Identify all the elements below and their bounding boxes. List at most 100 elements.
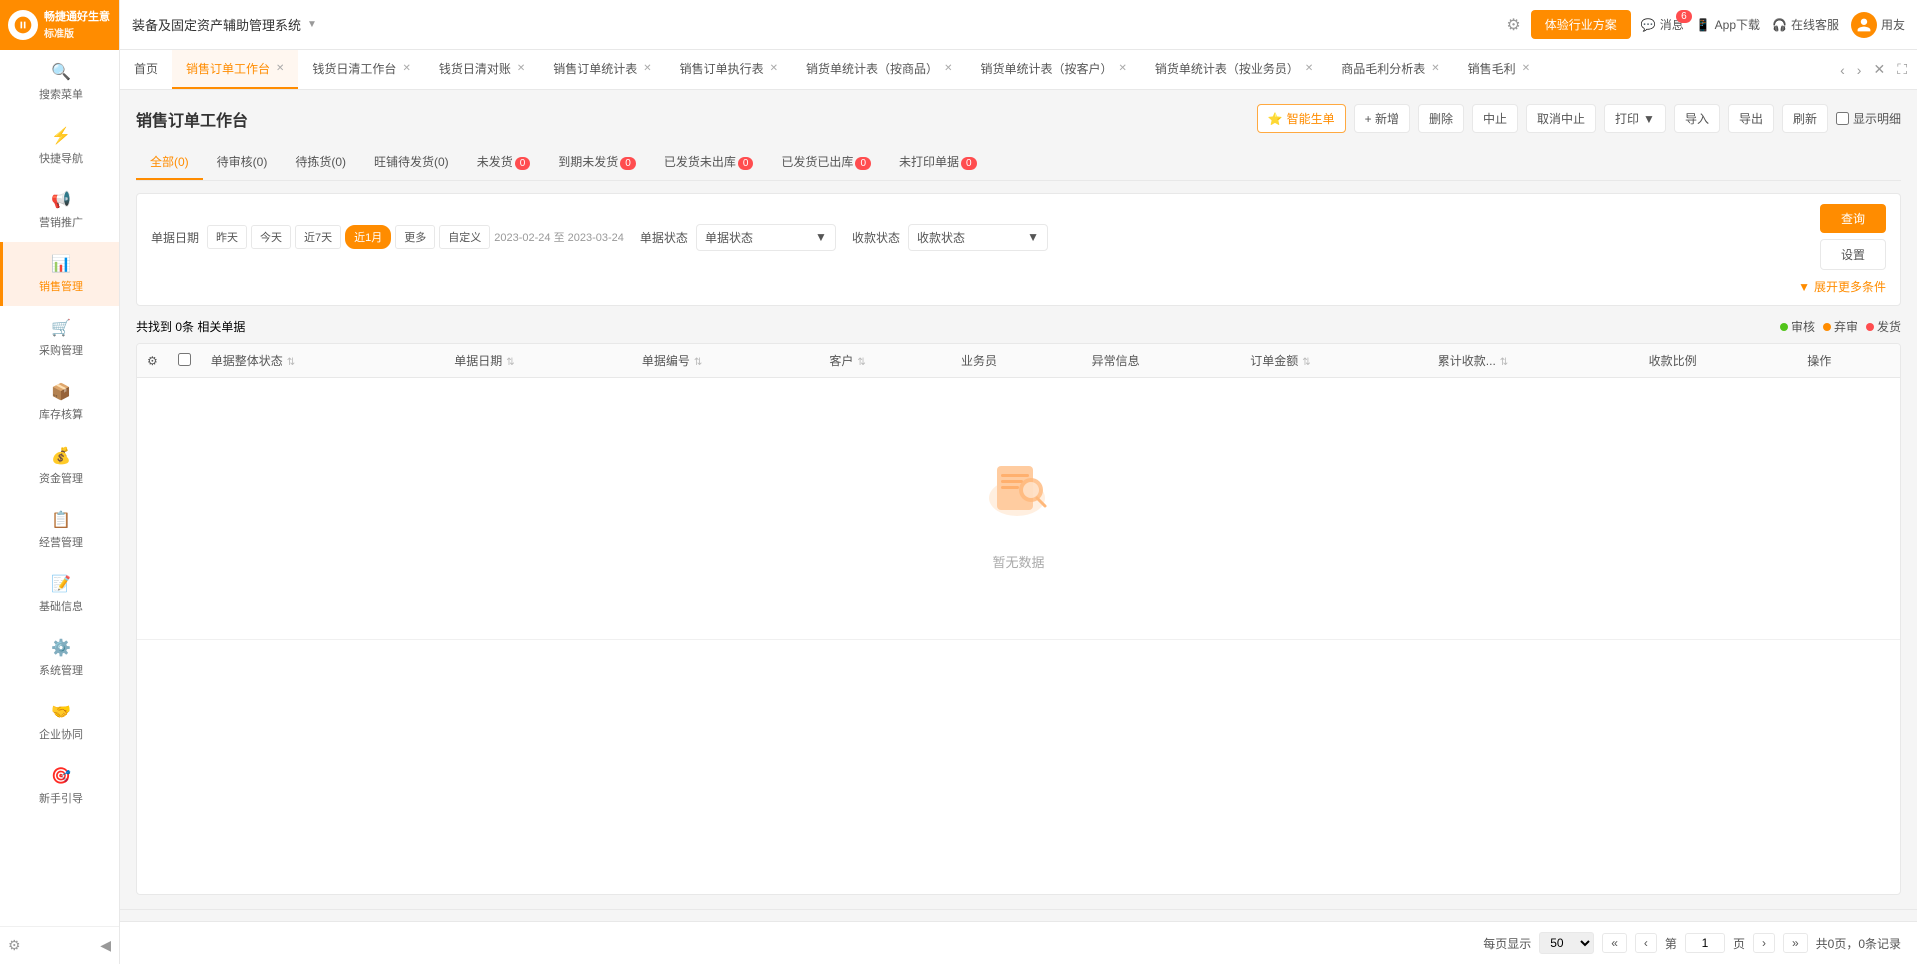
tab-8[interactable]: 销货单统计表（按业务员）✕ (1141, 50, 1327, 89)
online-service-btn[interactable]: 🎧 在线客服 (1772, 16, 1839, 33)
export-btn[interactable]: 导出 (1728, 104, 1774, 133)
print-btn[interactable]: 打印 ▼ (1604, 104, 1666, 133)
select-all-checkbox[interactable] (178, 353, 191, 366)
sidebar-item-0[interactable]: 🔍搜索菜单 (0, 50, 119, 114)
cancel-stop-btn[interactable]: 取消中止 (1526, 104, 1596, 133)
nav-label-9: 系统管理 (39, 662, 83, 678)
filter-tab-0[interactable]: 全部(0) (136, 145, 203, 180)
stop-btn[interactable]: 中止 (1472, 104, 1518, 133)
nav-label-11: 新手引导 (39, 790, 83, 806)
filter-tab-1[interactable]: 待审核(0) (203, 145, 282, 180)
filter-tab-5[interactable]: 到期未发货0 (544, 145, 650, 180)
table-wrapper: ⚙ 单据整体状态⇅单据日期⇅单据编号⇅客户⇅业务员异常信息订单金额⇅累计收款..… (136, 343, 1901, 895)
tab-maximize-btn[interactable]: ⛶ (1893, 59, 1911, 80)
sidebar-item-5[interactable]: 📦库存核算 (0, 370, 119, 434)
service-icon: 🎧 (1772, 18, 1787, 32)
filter-tab-badge-7: 0 (855, 157, 871, 170)
date-btn-更多[interactable]: 更多 (395, 225, 435, 249)
page-input[interactable]: 1 (1685, 933, 1725, 953)
sidebar-item-2[interactable]: 📢营销推广 (0, 178, 119, 242)
prev-page-btn[interactable]: ‹ (1635, 933, 1657, 953)
tab-7[interactable]: 销货单统计表（按客户）✕ (966, 50, 1140, 89)
tab-close-3[interactable]: ✕ (517, 63, 525, 74)
topbar-settings-icon[interactable]: ⚙ (1506, 15, 1520, 35)
tab-close-2[interactable]: ✕ (402, 63, 410, 74)
tab-4[interactable]: 销售订单统计表✕ (539, 50, 665, 89)
tab-9[interactable]: 商品毛利分析表✕ (1327, 50, 1453, 89)
filter-tab-badge-8: 0 (961, 157, 977, 170)
result-action-1[interactable]: 弃审 (1823, 318, 1858, 335)
tab-6[interactable]: 销货单统计表（按商品）✕ (792, 50, 966, 89)
date-btn-今天[interactable]: 今天 (251, 225, 291, 249)
col-header-7: 累计收款...⇅ (1428, 344, 1639, 378)
settings-icon[interactable]: ⚙ (8, 937, 21, 954)
tab-close-6[interactable]: ✕ (944, 63, 952, 74)
col-header-1: 单据日期⇅ (444, 344, 632, 378)
tab-close-7[interactable]: ✕ (1118, 63, 1126, 74)
result-action-0[interactable]: 审核 (1780, 318, 1815, 335)
delete-btn[interactable]: 删除 (1418, 104, 1464, 133)
tab-close-8[interactable]: ✕ (1305, 63, 1313, 74)
next-page-btn[interactable]: › (1753, 933, 1775, 953)
sidebar-item-3[interactable]: 📊销售管理 (0, 242, 119, 306)
tab-close-4[interactable]: ✕ (643, 63, 651, 74)
refresh-btn[interactable]: 刷新 (1782, 104, 1828, 133)
status-select[interactable]: 单据状态 ▼ (696, 224, 836, 251)
system-dropdown[interactable]: ▼ (307, 19, 317, 30)
tab-prev-btn[interactable]: ‹ (1836, 60, 1849, 80)
tab-next-btn[interactable]: › (1853, 60, 1866, 80)
per-page-select[interactable]: 102050100 (1539, 932, 1594, 954)
sidebar-item-10[interactable]: 🤝企业协同 (0, 690, 119, 754)
collapse-icon[interactable]: ◀ (100, 937, 111, 954)
horizontal-scrollbar[interactable] (120, 909, 1917, 921)
solution-btn[interactable]: 体验行业方案 (1531, 10, 1631, 39)
table-settings-col[interactable]: ⚙ (137, 344, 168, 378)
tab-2[interactable]: 钱货日清工作台✕ (298, 50, 424, 89)
app-download-btn[interactable]: 📱 App下载 (1696, 16, 1760, 33)
tab-10[interactable]: 销售毛利✕ (1454, 50, 1544, 89)
date-btn-自定义[interactable]: 自定义 (439, 225, 490, 249)
date-btn-近1月[interactable]: 近1月 (345, 225, 391, 249)
filter-row-1: 单据日期 昨天今天近7天近1月更多自定义2023-02-24 至 2023-03… (151, 204, 1886, 270)
user-btn[interactable]: 用友 (1851, 12, 1905, 38)
last-page-btn[interactable]: » (1783, 933, 1808, 953)
filter-tab-7[interactable]: 已发货已出库0 (767, 145, 885, 180)
first-page-btn[interactable]: « (1602, 933, 1627, 953)
result-action-2[interactable]: 发货 (1866, 318, 1901, 335)
show-detail-label[interactable]: 显示明细 (1836, 110, 1901, 127)
date-btn-近7天[interactable]: 近7天 (295, 225, 341, 249)
import-btn[interactable]: 导入 (1674, 104, 1720, 133)
add-btn[interactable]: + 新增 (1354, 104, 1410, 133)
tab-close-9[interactable]: ✕ (1431, 63, 1439, 74)
nav-label-10: 企业协同 (39, 726, 83, 742)
show-detail-checkbox[interactable] (1836, 112, 1849, 125)
sidebar-item-8[interactable]: 📝基础信息 (0, 562, 119, 626)
payment-select[interactable]: 收款状态 ▼ (908, 224, 1048, 251)
tab-close-10[interactable]: ✕ (1522, 63, 1530, 74)
tab-0[interactable]: 首页 (120, 50, 172, 89)
sidebar-item-6[interactable]: 💰资金管理 (0, 434, 119, 498)
sidebar-item-11[interactable]: 🎯新手引导 (0, 754, 119, 818)
filter-tab-8[interactable]: 未打印单据0 (885, 145, 991, 180)
sidebar-item-4[interactable]: 🛒采购管理 (0, 306, 119, 370)
filter-tab-3[interactable]: 旺铺待发货(0) (360, 145, 463, 180)
date-btn-昨天[interactable]: 昨天 (207, 225, 247, 249)
filter-tab-4[interactable]: 未发货0 (463, 145, 545, 180)
filter-tab-2[interactable]: 待拣货(0) (281, 145, 360, 180)
tab-close-all-btn[interactable]: ✕ (1869, 59, 1889, 80)
sidebar-item-9[interactable]: ⚙️系统管理 (0, 626, 119, 690)
filter-tab-6[interactable]: 已发货未出库0 (650, 145, 768, 180)
smart-create-btn[interactable]: ⭐ 智能生单 (1257, 104, 1346, 133)
sidebar-item-1[interactable]: ⚡快捷导航 (0, 114, 119, 178)
message-btn[interactable]: 💬 消息 6 (1641, 16, 1684, 33)
filter-settings-btn[interactable]: 设置 (1820, 239, 1886, 270)
tab-close-1[interactable]: ✕ (276, 63, 284, 74)
tab-3[interactable]: 钱货日清对账✕ (425, 50, 539, 89)
sidebar-item-7[interactable]: 📋经营管理 (0, 498, 119, 562)
tab-1[interactable]: 销售订单工作台✕ (172, 50, 298, 89)
action-dot-2 (1866, 323, 1874, 331)
tab-5[interactable]: 销售订单执行表✕ (666, 50, 792, 89)
expand-btn[interactable]: ▼ 展开更多条件 (1798, 278, 1886, 295)
tab-close-5[interactable]: ✕ (770, 63, 778, 74)
query-btn[interactable]: 查询 (1820, 204, 1886, 233)
